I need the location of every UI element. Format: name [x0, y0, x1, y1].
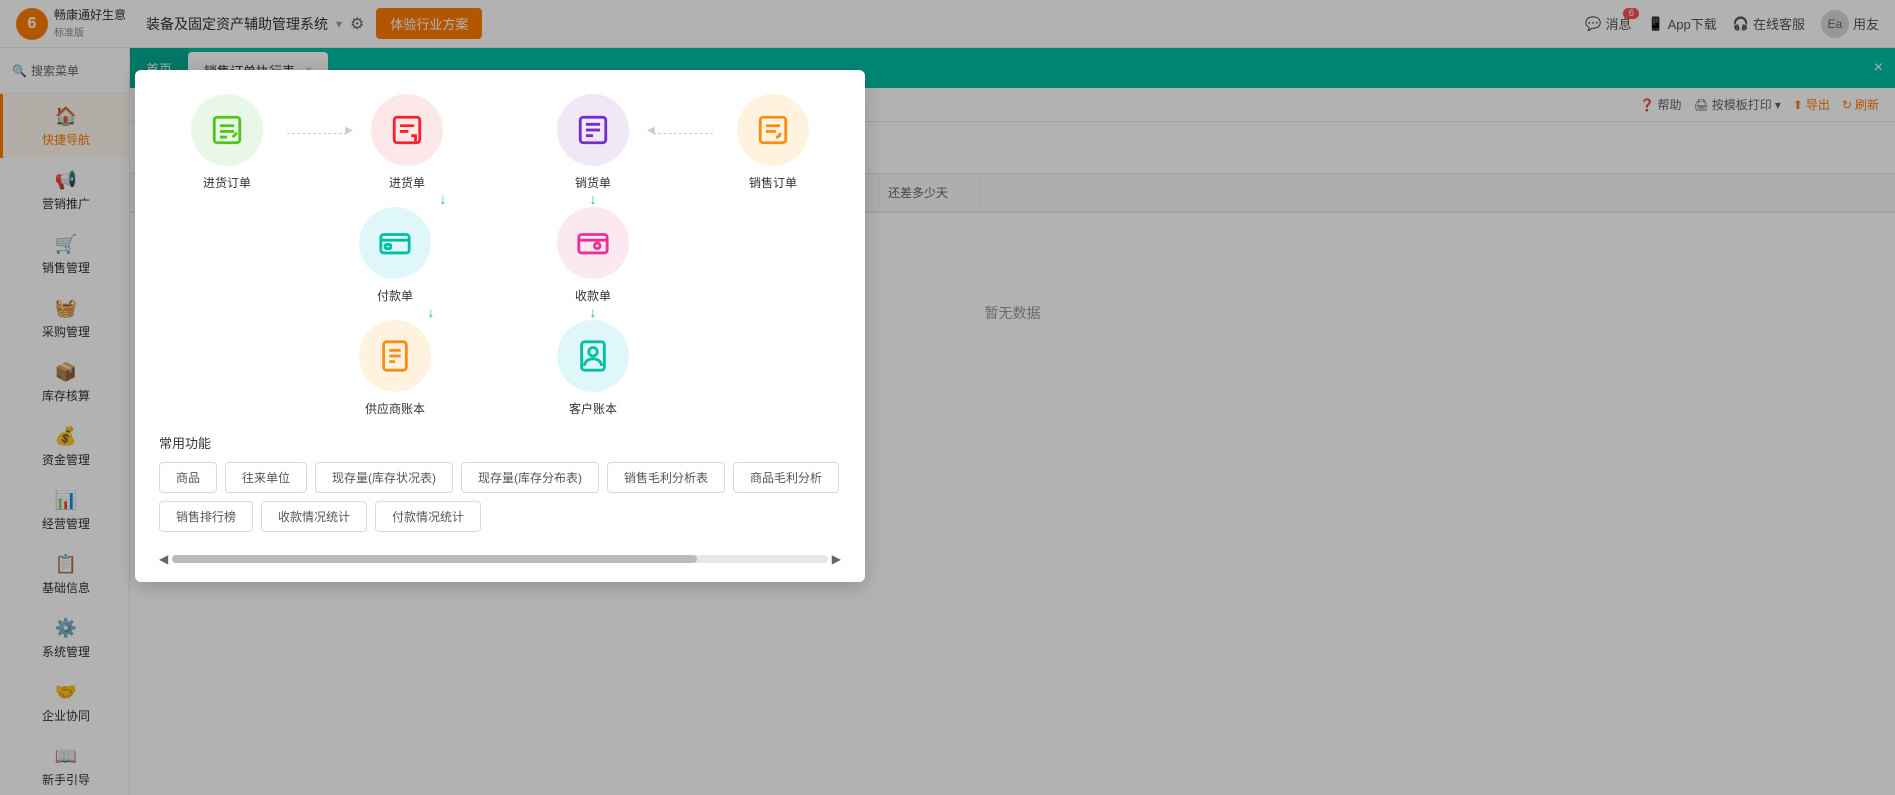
common-btn-product-profit[interactable]: 商品毛利分析 — [733, 462, 839, 493]
payment-out-label: 付款单 — [377, 287, 413, 304]
customer-book-label: 客户账本 — [569, 400, 617, 417]
sales-bill-icon — [557, 94, 629, 166]
payment-out-icon — [359, 207, 431, 279]
purchase-order-label: 进货订单 — [203, 174, 251, 191]
flow-node-sales-bill[interactable]: 销货单 — [533, 94, 653, 191]
flow-node-supplier-book[interactable]: 供应商账本 — [347, 320, 467, 417]
supplier-book-icon — [359, 320, 431, 392]
flow-node-payment-in[interactable]: 收款单 — [533, 207, 653, 304]
scroll-left-icon[interactable]: ◀ — [159, 552, 168, 566]
modal-overlay: 进货订单 ▶ 进货单 — [0, 0, 1895, 795]
common-functions-title: 常用功能 — [159, 433, 841, 452]
sales-order-icon — [737, 94, 809, 166]
scrollbar-track[interactable] — [172, 555, 828, 563]
common-buttons-row2: 销售排行榜 收款情况统计 付款情况统计 — [159, 501, 841, 532]
scrollbar-thumb[interactable] — [172, 555, 696, 563]
common-btn-contact[interactable]: 往来单位 — [225, 462, 307, 493]
payment-in-label: 收款单 — [575, 287, 611, 304]
customer-book-icon — [557, 320, 629, 392]
payment-in-icon — [557, 207, 629, 279]
scroll-right-icon[interactable]: ▶ — [832, 552, 841, 566]
flow-node-customer-book[interactable]: 客户账本 — [533, 320, 653, 417]
modal-scrollbar-area: ◀ ▶ — [135, 544, 865, 570]
common-btn-product[interactable]: 商品 — [159, 462, 217, 493]
flow-diagram: 进货订单 ▶ 进货单 — [135, 70, 865, 433]
common-btn-inventory-dist[interactable]: 现存量(库存分布表) — [461, 462, 599, 493]
common-buttons-row: 商品 往来单位 现存量(库存状况表) 现存量(库存分布表) 销售毛利分析表 商品… — [159, 462, 841, 493]
purchase-order-icon — [191, 94, 263, 166]
quick-nav-modal: 进货订单 ▶ 进货单 — [135, 70, 865, 582]
common-btn-sales-rank[interactable]: 销售排行榜 — [159, 501, 253, 532]
supplier-book-label: 供应商账本 — [365, 400, 425, 417]
flow-node-payment-out[interactable]: 付款单 — [347, 207, 467, 304]
flow-node-sales-order[interactable]: 销售订单 — [713, 94, 833, 191]
common-btn-sales-profit[interactable]: 销售毛利分析表 — [607, 462, 725, 493]
sales-order-label: 销售订单 — [749, 174, 797, 191]
sales-bill-label: 销货单 — [575, 174, 611, 191]
flow-node-purchase-order[interactable]: 进货订单 — [167, 94, 287, 191]
flow-node-purchase-bill[interactable]: 进货单 — [347, 94, 467, 191]
purchase-bill-icon — [371, 94, 443, 166]
common-btn-payment-stats[interactable]: 付款情况统计 — [375, 501, 481, 532]
common-functions-section: 常用功能 商品 往来单位 现存量(库存状况表) 现存量(库存分布表) 销售毛利分… — [135, 433, 865, 544]
common-btn-collection-stats[interactable]: 收款情况统计 — [261, 501, 367, 532]
scrollbar-container: ◀ ▶ — [159, 552, 841, 566]
purchase-bill-label: 进货单 — [389, 174, 425, 191]
common-btn-inventory-status[interactable]: 现存量(库存状况表) — [315, 462, 453, 493]
